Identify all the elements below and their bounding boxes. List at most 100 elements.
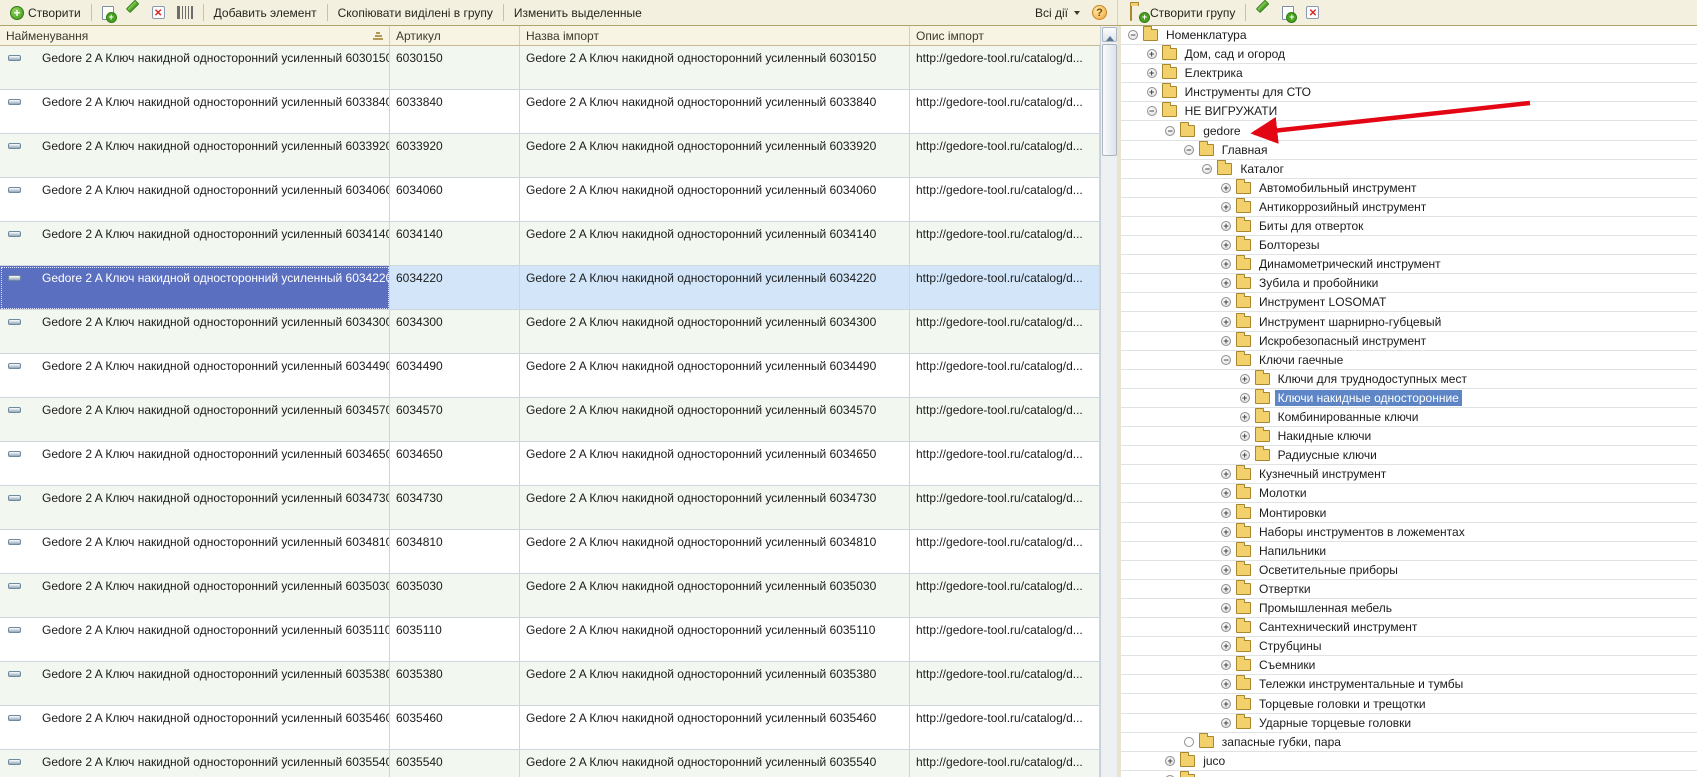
tree-item[interactable]: Дом, сад и огород — [1121, 45, 1697, 65]
expand-icon[interactable] — [1239, 412, 1250, 423]
collapse-icon[interactable] — [1165, 125, 1176, 136]
column-header-article[interactable]: Артикул — [390, 26, 520, 45]
expand-icon[interactable] — [1239, 373, 1250, 384]
expand-icon[interactable] — [1221, 240, 1231, 251]
collapse-icon[interactable] — [1202, 163, 1213, 174]
tree-item-selected[interactable]: Ключи накидные односторонние — [1121, 388, 1697, 408]
create-button[interactable]: Створити — [4, 3, 87, 23]
expand-icon[interactable] — [1221, 622, 1231, 633]
expand-icon[interactable] — [1221, 660, 1231, 671]
expand-icon[interactable] — [1146, 68, 1157, 79]
table-row[interactable]: Gedore 2 A Ключ накидной односторонний у… — [0, 222, 1100, 266]
tree-item[interactable]: Ключи для труднодоступных мест — [1121, 369, 1697, 389]
help-button[interactable] — [1086, 2, 1113, 23]
expand-icon[interactable] — [1239, 431, 1250, 442]
table-row[interactable]: Gedore 2 A Ключ накидной односторонний у… — [0, 706, 1100, 750]
expand-icon[interactable] — [1221, 297, 1231, 308]
tree-item[interactable]: Биты для отверток — [1121, 217, 1697, 237]
table-row[interactable]: Gedore 2 A Ключ накидной односторонний у… — [0, 134, 1100, 178]
collapse-icon[interactable] — [1128, 30, 1138, 41]
table-row[interactable]: Gedore 2 A Ключ накидной односторонний у… — [0, 178, 1100, 222]
tree-item[interactable]: Струбцины — [1121, 637, 1697, 657]
table-row[interactable]: Gedore 2 A Ключ накидной односторонний у… — [0, 310, 1100, 354]
barcode-button[interactable] — [171, 3, 199, 22]
expand-icon[interactable] — [1221, 278, 1231, 289]
table-row[interactable]: Gedore 2 A Ключ накидной односторонний у… — [0, 530, 1100, 574]
tree-item[interactable]: Накидные ключи — [1121, 427, 1697, 447]
column-header-import-name[interactable]: Назва імпорт — [520, 26, 910, 45]
tree-item[interactable]: запасные губки, пара — [1121, 732, 1697, 752]
expand-icon[interactable] — [1221, 221, 1231, 232]
tree-item[interactable]: Промышленная мебель — [1121, 599, 1697, 619]
tree-item[interactable]: Ударные торцевые головки — [1121, 713, 1697, 733]
create-group-button[interactable]: Створити групу — [1124, 3, 1241, 23]
tree-item[interactable]: Антикоррозийный инструмент — [1121, 197, 1697, 217]
expand-icon[interactable] — [1165, 755, 1176, 766]
tree-item[interactable]: Торцевые головки и трещотки — [1121, 694, 1697, 714]
edit-group-button[interactable] — [1250, 3, 1276, 23]
collapse-icon[interactable] — [1183, 144, 1194, 155]
tree-item[interactable]: juco — [1121, 751, 1697, 771]
tree-item[interactable]: Монтировки — [1121, 503, 1697, 523]
expand-icon[interactable] — [1221, 545, 1231, 556]
expand-icon[interactable] — [1221, 564, 1231, 575]
tree-item[interactable]: Тележки инструментальные и тумбы — [1121, 675, 1697, 695]
expand-icon[interactable] — [1221, 469, 1231, 480]
table-row[interactable]: Gedore 2 A Ключ накидной односторонний у… — [0, 90, 1100, 134]
tree-item[interactable]: Кузнечный инструмент — [1121, 465, 1697, 485]
table-row[interactable]: Gedore 2 A Ключ накидной односторонний у… — [0, 662, 1100, 706]
all-actions-dropdown[interactable]: Всі дії — [1029, 3, 1086, 23]
expand-icon[interactable] — [1221, 583, 1231, 594]
scrollbar-thumb[interactable] — [1102, 44, 1117, 156]
tree-item[interactable]: Ключи гаечные — [1121, 350, 1697, 370]
expand-icon[interactable] — [1221, 526, 1231, 537]
tree-item[interactable] — [1121, 770, 1697, 777]
expand-icon[interactable] — [1221, 335, 1231, 346]
expand-icon[interactable] — [1221, 182, 1231, 193]
tree-item[interactable]: Номенклатура — [1121, 26, 1697, 46]
expand-icon[interactable] — [1221, 679, 1231, 690]
tree-item[interactable]: Динамометрический инструмент — [1121, 255, 1697, 275]
table-row[interactable]: Gedore 2 A Ключ накидной односторонний у… — [0, 574, 1100, 618]
expand-icon[interactable] — [1239, 450, 1250, 461]
table-row[interactable]: Gedore 2 A Ключ накидной односторонний у… — [0, 618, 1100, 662]
tree-item[interactable]: Инструмент LOSOMAT — [1121, 293, 1697, 313]
tree-item[interactable]: Радиусные ключи — [1121, 446, 1697, 466]
tree-item[interactable]: Наборы инструментов в ложементах — [1121, 522, 1697, 542]
tree-item[interactable]: Искробезопасный инструмент — [1121, 331, 1697, 351]
tree-item[interactable]: Отвертки — [1121, 579, 1697, 599]
column-header-import-desc[interactable]: Опис імпорт — [910, 26, 1100, 45]
tree-item[interactable]: Сантехнический инструмент — [1121, 618, 1697, 638]
expand-icon[interactable] — [1221, 316, 1231, 327]
table-row[interactable]: Gedore 2 A Ключ накидной односторонний у… — [0, 442, 1100, 486]
tree-item[interactable]: Осветительные приборы — [1121, 560, 1697, 580]
edit-item-button[interactable] — [120, 3, 146, 23]
tree-item[interactable]: Напильники — [1121, 541, 1697, 561]
expand-icon[interactable] — [1239, 392, 1250, 403]
table-row[interactable]: Gedore 2 A Ключ накидной односторонний у… — [0, 354, 1100, 398]
tree-item[interactable]: Съемники — [1121, 656, 1697, 676]
expand-icon[interactable] — [1221, 201, 1231, 212]
scroll-up-button[interactable] — [1102, 27, 1117, 42]
table-row[interactable]: Gedore 2 A Ключ накидной односторонний у… — [0, 750, 1100, 777]
tree-item[interactable]: Болторезы — [1121, 236, 1697, 256]
expand-icon[interactable] — [1146, 87, 1157, 98]
expand-icon[interactable] — [1221, 259, 1231, 270]
delete-item-button[interactable] — [146, 3, 171, 22]
tree-item[interactable]: Комбинированные ключи — [1121, 408, 1697, 428]
tree-item[interactable]: Каталог — [1121, 159, 1697, 179]
column-header-name[interactable]: Найменування — [0, 26, 390, 45]
table-row[interactable]: Gedore 2 A Ключ накидной односторонний у… — [0, 398, 1100, 442]
table-row[interactable]: Gedore 2 A Ключ накидной односторонний у… — [0, 486, 1100, 530]
expand-icon[interactable] — [1221, 717, 1231, 728]
expand-icon[interactable] — [1221, 698, 1231, 709]
tree-item[interactable]: gedore — [1121, 121, 1697, 141]
copy-item-button[interactable] — [96, 3, 120, 23]
tree-item[interactable]: Зубила и пробойники — [1121, 274, 1697, 294]
table-row[interactable]: Gedore 2 A Ключ накидной односторонний у… — [0, 46, 1100, 90]
add-element-button[interactable]: Добавить элемент — [208, 3, 323, 23]
delete-group-button[interactable] — [1300, 3, 1325, 22]
tree-item[interactable]: Автомобильный инструмент — [1121, 178, 1697, 198]
expand-icon[interactable] — [1221, 641, 1231, 652]
tree-item[interactable]: Инструмент шарнирно-губцевый — [1121, 312, 1697, 332]
